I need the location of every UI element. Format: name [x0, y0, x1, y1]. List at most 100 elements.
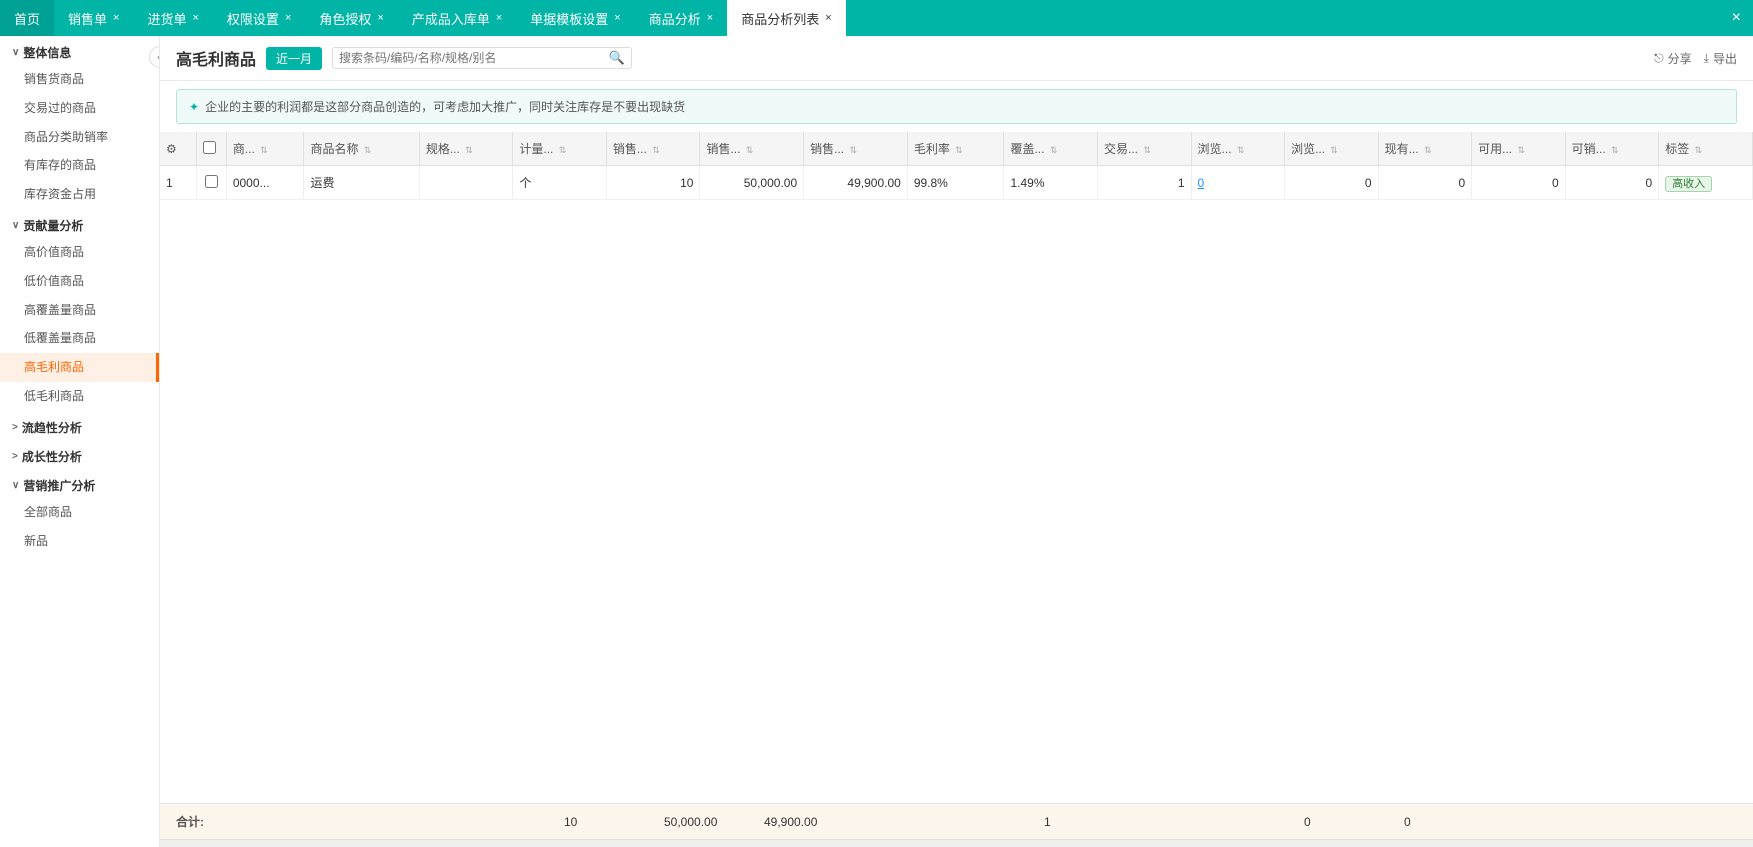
sort-icon-sales_amount: ⇅	[746, 145, 754, 155]
sidebar-item-1-0[interactable]: 高价值商品	[0, 238, 159, 267]
col-header-name[interactable]: 商品名称 ⇅	[304, 132, 419, 166]
nav-item-5[interactable]: 产成品入库单×	[398, 0, 516, 36]
col-header-current[interactable]: 现有... ⇅	[1378, 132, 1472, 166]
content-header: 高毛利商品 近一月 🔍 ⎋ 分享 ⤓ 导出	[160, 36, 1753, 81]
sort-icon-sellable: ⇅	[1611, 145, 1619, 155]
sidebar-item-1-1[interactable]: 低价值商品	[0, 267, 159, 296]
col-header-coverage[interactable]: 覆盖... ⇅	[1004, 132, 1098, 166]
main-layout: « ∨整体信息销售货商品交易过的商品商品分类助销率有库存的商品库存资金占用∨贡献…	[0, 36, 1753, 847]
close-all-button[interactable]: ×	[1732, 9, 1741, 27]
cell-margin_rate: 99.8%	[907, 166, 1004, 200]
nav-item-7[interactable]: 商品分析×	[635, 0, 727, 36]
nav-close-icon-4[interactable]: ×	[377, 12, 383, 24]
col-header-settings[interactable]: ⚙	[160, 132, 196, 166]
sidebar: « ∨整体信息销售货商品交易过的商品商品分类助销率有库存的商品库存资金占用∨贡献…	[0, 36, 160, 847]
sort-icon-trade: ⇅	[1143, 145, 1151, 155]
cell-browse2: 0	[1285, 166, 1379, 200]
nav-close-icon-6[interactable]: ×	[614, 12, 620, 24]
col-header-available[interactable]: 可用... ⇅	[1472, 132, 1566, 166]
cell-index: 1	[160, 166, 196, 200]
sort-icon-unit: ⇅	[559, 145, 567, 155]
export-button[interactable]: ⤓ 导出	[1704, 50, 1737, 67]
sidebar-group-1[interactable]: ∨贡献量分析	[0, 209, 159, 238]
col-header-unit[interactable]: 计量... ⇅	[513, 132, 607, 166]
footer-current: 0	[1304, 815, 1384, 829]
sidebar-item-1-2[interactable]: 高覆盖量商品	[0, 296, 159, 325]
sort-icon-browse1: ⇅	[1237, 145, 1245, 155]
sidebar-item-4-1[interactable]: 新品	[0, 527, 159, 556]
col-header-sales_qty[interactable]: 销售... ⇅	[606, 132, 700, 166]
sidebar-item-0-0[interactable]: 销售货商品	[0, 65, 159, 94]
sidebar-item-0-2[interactable]: 商品分类助销率	[0, 123, 159, 152]
sidebar-item-0-1[interactable]: 交易过的商品	[0, 94, 159, 123]
nav-item-4[interactable]: 角色授权×	[305, 0, 397, 36]
cell-sellable: 0	[1565, 166, 1659, 200]
sidebar-item-1-3[interactable]: 低覆盖量商品	[0, 324, 159, 353]
sidebar-group-4[interactable]: ∨营销推广分析	[0, 469, 159, 498]
footer-sales-amount: 50,000.00	[664, 815, 744, 829]
footer-sales-qty: 10	[564, 815, 644, 829]
row-checkbox[interactable]	[205, 175, 218, 188]
footer-sales-profit: 49,900.00	[764, 815, 844, 829]
cell-sales_profit: 49,900.00	[804, 166, 908, 200]
nav-item-0[interactable]: 首页	[0, 0, 54, 36]
nav-close-icon-5[interactable]: ×	[496, 12, 502, 24]
sidebar-item-1-4[interactable]: 高毛利商品	[0, 353, 159, 382]
browse-link[interactable]: 0	[1198, 176, 1205, 190]
sort-icon-name: ⇅	[364, 145, 372, 155]
cell-name: 运费	[304, 166, 419, 200]
col-header-checkbox[interactable]	[196, 132, 226, 166]
sidebar-item-4-0[interactable]: 全部商品	[0, 498, 159, 527]
col-header-sellable[interactable]: 可销... ⇅	[1565, 132, 1659, 166]
cell-browse1[interactable]: 0	[1191, 166, 1285, 200]
sort-icon-browse2: ⇅	[1330, 145, 1338, 155]
search-input[interactable]	[339, 51, 609, 65]
search-icon[interactable]: 🔍	[609, 50, 625, 66]
sidebar-item-1-5[interactable]: 低毛利商品	[0, 382, 159, 411]
col-header-tag[interactable]: 标签 ⇅	[1659, 132, 1753, 166]
header-actions: ⎋ 分享 ⤓ 导出	[1654, 50, 1737, 67]
sort-icon-current: ⇅	[1424, 145, 1432, 155]
total-label: 合计:	[176, 813, 204, 830]
col-header-spec[interactable]: 规格... ⇅	[419, 132, 513, 166]
sort-icon-coverage: ⇅	[1050, 145, 1058, 155]
nav-item-1[interactable]: 销售单×	[54, 0, 133, 36]
page-title: 高毛利商品	[176, 46, 256, 70]
sort-icon-spec: ⇅	[465, 145, 473, 155]
nav-close-icon-1[interactable]: ×	[113, 12, 119, 24]
col-header-sales_profit[interactable]: 销售... ⇅	[804, 132, 908, 166]
nav-item-2[interactable]: 进货单×	[133, 0, 212, 36]
sidebar-group-3[interactable]: >成长性分析	[0, 440, 159, 469]
cell-spec	[419, 166, 513, 200]
nav-close-icon-2[interactable]: ×	[192, 12, 198, 24]
nav-item-6[interactable]: 单据模板设置×	[516, 0, 634, 36]
cell-tag: 高收入	[1659, 166, 1753, 200]
col-header-code[interactable]: 商... ⇅	[226, 132, 304, 166]
sidebar-item-0-3[interactable]: 有库存的商品	[0, 151, 159, 180]
nav-close-icon-3[interactable]: ×	[285, 12, 291, 24]
col-header-margin_rate[interactable]: 毛利率 ⇅	[907, 132, 1004, 166]
search-box: 🔍	[332, 47, 632, 69]
tag-badge: 高收入	[1665, 176, 1712, 192]
col-header-browse1[interactable]: 浏览... ⇅	[1191, 132, 1285, 166]
bottom-scrollbar[interactable]	[160, 839, 1753, 847]
nav-close-icon-7[interactable]: ×	[707, 12, 713, 24]
cell-coverage: 1.49%	[1004, 166, 1098, 200]
cell-code: 0000...	[226, 166, 304, 200]
cell-checkbox[interactable]	[196, 166, 226, 200]
sidebar-group-2[interactable]: >流趋性分析	[0, 411, 159, 440]
col-header-trade[interactable]: 交易... ⇅	[1098, 132, 1192, 166]
nav-item-8[interactable]: 商品分析列表×	[727, 0, 845, 36]
sidebar-group-0[interactable]: ∨整体信息	[0, 36, 159, 65]
footer-total-bar: 合计: 10 50,000.00 49,900.00 1 0 0	[160, 803, 1753, 839]
nav-close-icon-8[interactable]: ×	[825, 12, 831, 24]
nav-item-3[interactable]: 权限设置×	[213, 0, 305, 36]
cell-trade: 1	[1098, 166, 1192, 200]
col-header-sales_amount[interactable]: 销售... ⇅	[700, 132, 804, 166]
share-button[interactable]: ⎋ 分享	[1654, 50, 1692, 67]
select-all-checkbox[interactable]	[203, 141, 216, 154]
sidebar-item-0-4[interactable]: 库存资金占用	[0, 180, 159, 209]
col-header-browse2[interactable]: 浏览... ⇅	[1285, 132, 1379, 166]
filter-month-button[interactable]: 近一月	[266, 47, 322, 70]
cell-current: 0	[1378, 166, 1472, 200]
